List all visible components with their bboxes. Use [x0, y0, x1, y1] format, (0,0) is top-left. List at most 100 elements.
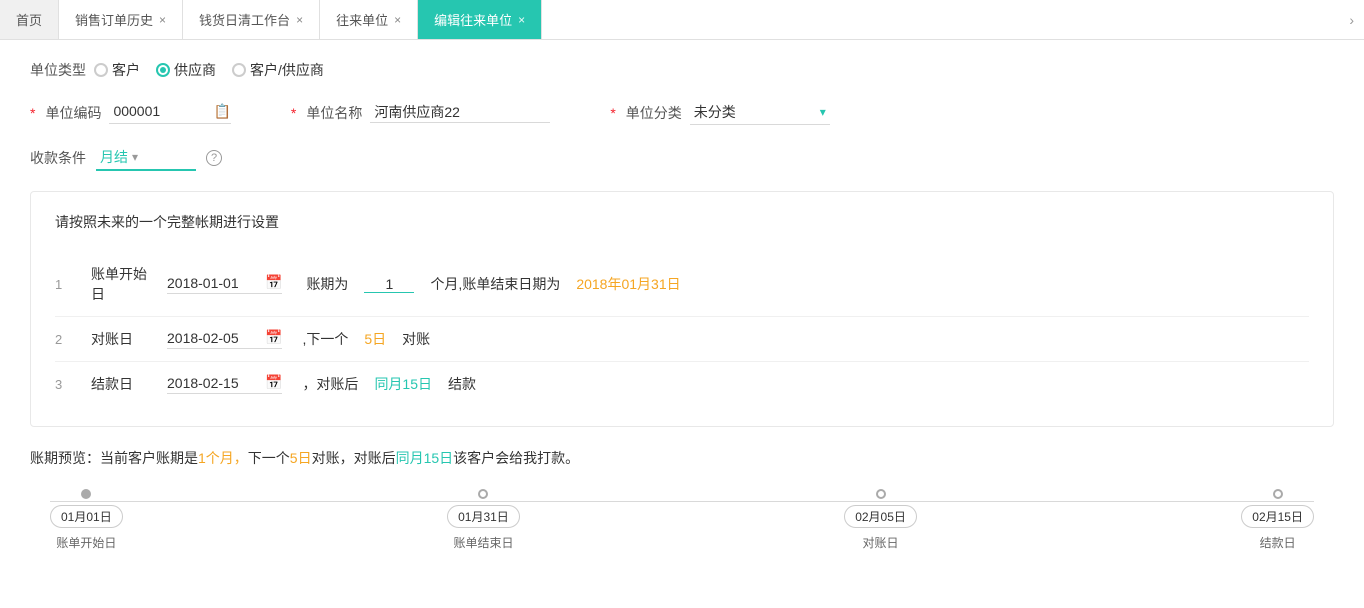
unit-category-arrow-icon	[820, 105, 826, 119]
timeline-badge-2: 01月31日	[447, 505, 520, 528]
payment-condition-select[interactable]: 月结	[96, 145, 196, 171]
timeline-label-1: 账单开始日	[56, 534, 116, 551]
timeline-point-4: 02月15日 结款日	[1241, 489, 1314, 551]
preview-text3: 该客户会给我打款。	[453, 450, 579, 466]
radio-customer-label: 客户	[112, 60, 140, 80]
tab-home[interactable]: 首页	[0, 0, 59, 39]
tab-arrow-icon: ›	[1349, 12, 1354, 28]
period-row-2: 2 对账日 📅 ,下一个 5日 对账	[55, 317, 1309, 362]
timeline-point-1: 01月01日 账单开始日	[50, 489, 123, 551]
tab-partner-close-icon[interactable]: ×	[394, 13, 401, 27]
period-cal-icon-3[interactable]: 📅	[265, 374, 282, 391]
timeline-points: 01月01日 账单开始日 01月31日 账单结束日 02月05日	[50, 489, 1314, 551]
period-row1-suffix1: 个月,账单结束日期为	[430, 274, 560, 294]
timeline-container: 01月01日 账单开始日 01月31日 账单结束日 02月05日	[30, 489, 1334, 551]
radio-both-circle	[232, 63, 246, 77]
unit-category-required: *	[610, 105, 615, 121]
radio-supplier[interactable]: 供应商	[156, 60, 216, 80]
unit-category-select[interactable]: 未分类	[690, 100, 830, 125]
timeline-point-3: 02月05日 对账日	[844, 489, 917, 551]
radio-supplier-label: 供应商	[174, 60, 216, 80]
timeline-badge-3: 02月05日	[844, 505, 917, 528]
timeline-point-2: 01月31日 账单结束日	[447, 489, 520, 551]
period-row3-suffix: 结款	[448, 374, 476, 394]
timeline-label-4: 结款日	[1260, 534, 1296, 551]
preview-prefix: 账期预览：当前客户账期是	[30, 450, 198, 466]
unit-code-input[interactable]	[109, 101, 209, 121]
tab-edit-close-icon[interactable]: ×	[518, 13, 525, 27]
tab-edit-label: 编辑往来单位	[434, 10, 512, 29]
timeline-badge-1: 01月01日	[50, 505, 123, 528]
tab-cash-work[interactable]: 钱货日清工作台 ×	[183, 0, 320, 39]
period-row-3: 3 结款日 📅 ，对账后 同月15日 结款	[55, 362, 1309, 406]
preview-highlight1: 1个月，	[198, 450, 248, 466]
unit-code-item: * 单位编码 📋	[30, 101, 231, 124]
main-content: 单位类型 客户 供应商 客户/供应商 * 单位编码	[0, 40, 1364, 608]
preview-highlight2: 5日	[290, 450, 312, 466]
period-cal-icon-2[interactable]: 📅	[265, 329, 282, 346]
unit-name-label: 单位名称	[306, 103, 362, 123]
preview-text: 账期预览：当前客户账期是1个月，下一个5日对账，对账后同月15日该客户会给我打款…	[30, 447, 1334, 469]
period-date-input-1: 📅	[167, 274, 282, 294]
timeline-date-2: 01月31日	[458, 510, 509, 524]
period-title: 请按照未来的一个完整帐期进行设置	[55, 212, 1309, 232]
period-date-field-2[interactable]	[167, 330, 257, 346]
preview-section: 账期预览：当前客户账期是1个月，下一个5日对账，对账后同月15日该客户会给我打款…	[30, 447, 1334, 551]
tab-partner[interactable]: 往来单位 ×	[320, 0, 418, 39]
unit-name-required: *	[291, 105, 296, 121]
unit-type-radio-group: 客户 供应商 客户/供应商	[94, 60, 324, 80]
tab-sales-close-icon[interactable]: ×	[159, 13, 166, 27]
tab-arrow[interactable]: ›	[1339, 0, 1364, 39]
radio-supplier-circle	[156, 63, 170, 77]
period-months-input	[364, 276, 414, 293]
tab-home-label: 首页	[16, 10, 42, 29]
unit-name-item: * 单位名称	[291, 102, 550, 123]
tab-cash-close-icon[interactable]: ×	[296, 13, 303, 27]
period-date-field-3[interactable]	[167, 375, 257, 391]
period-date-input-3: 📅	[167, 374, 282, 394]
tab-sales-order-history[interactable]: 销售订单历史 ×	[59, 0, 183, 39]
payment-row: 收款条件 月结 ?	[30, 145, 1334, 171]
period-label-1: 账单开始日	[91, 264, 151, 304]
timeline-dot-3	[876, 489, 886, 499]
period-label-3: 结款日	[91, 374, 151, 394]
preview-text2: 对账，对账后	[312, 450, 396, 466]
radio-customer[interactable]: 客户	[94, 60, 140, 80]
period-date-input-2: 📅	[167, 329, 282, 349]
timeline-dot-4	[1273, 489, 1283, 499]
tab-edit-partner[interactable]: 编辑往来单位 ×	[418, 0, 542, 39]
timeline-label-3: 对账日	[863, 534, 899, 551]
period-row2-suffix: 对账	[402, 329, 430, 349]
unit-type-item: 单位类型 客户 供应商 客户/供应商	[30, 60, 324, 80]
tab-sales-label: 销售订单历史	[75, 10, 153, 29]
tab-partner-label: 往来单位	[336, 10, 388, 29]
timeline-dot-2	[478, 489, 488, 499]
unit-category-label: 单位分类	[626, 103, 682, 123]
timeline-dot-1	[81, 489, 91, 499]
period-row1-end-date: 2018年01月31日	[576, 274, 680, 294]
timeline-date-4: 02月15日	[1252, 510, 1303, 524]
unit-category-value: 未分类	[694, 102, 736, 122]
period-cal-icon-1[interactable]: 📅	[265, 274, 282, 291]
timeline-badge-4: 02月15日	[1241, 505, 1314, 528]
unit-name-input[interactable]	[370, 102, 550, 123]
period-date-field-1[interactable]	[167, 275, 257, 291]
radio-both[interactable]: 客户/供应商	[232, 60, 324, 80]
payment-condition-value: 月结	[100, 147, 128, 167]
period-box: 请按照未来的一个完整帐期进行设置 1 账单开始日 📅 账期为 个月,账单结束日期…	[30, 191, 1334, 427]
unit-code-label: 单位编码	[45, 103, 101, 123]
preview-highlight3: 同月15日	[396, 450, 454, 466]
timeline-label-2: 账单结束日	[453, 534, 513, 551]
period-row3-highlight: 同月15日	[374, 374, 432, 394]
period-months-field[interactable]	[364, 276, 414, 292]
period-num-2: 2	[55, 332, 75, 347]
unit-code-copy-icon[interactable]: 📋	[213, 103, 230, 120]
period-row-1: 1 账单开始日 📅 账期为 个月,账单结束日期为 2018年01月31日	[55, 252, 1309, 317]
unit-category-item: * 单位分类 未分类	[610, 100, 829, 125]
tab-bar: 首页 销售订单历史 × 钱货日清工作台 × 往来单位 × 编辑往来单位 × ›	[0, 0, 1364, 40]
period-row3-comma: ，对账后	[302, 374, 358, 394]
unit-code-wrapper: 📋	[109, 101, 230, 124]
tab-cash-label: 钱货日清工作台	[199, 10, 290, 29]
payment-condition-label: 收款条件	[30, 148, 86, 168]
payment-help-icon[interactable]: ?	[206, 150, 222, 166]
